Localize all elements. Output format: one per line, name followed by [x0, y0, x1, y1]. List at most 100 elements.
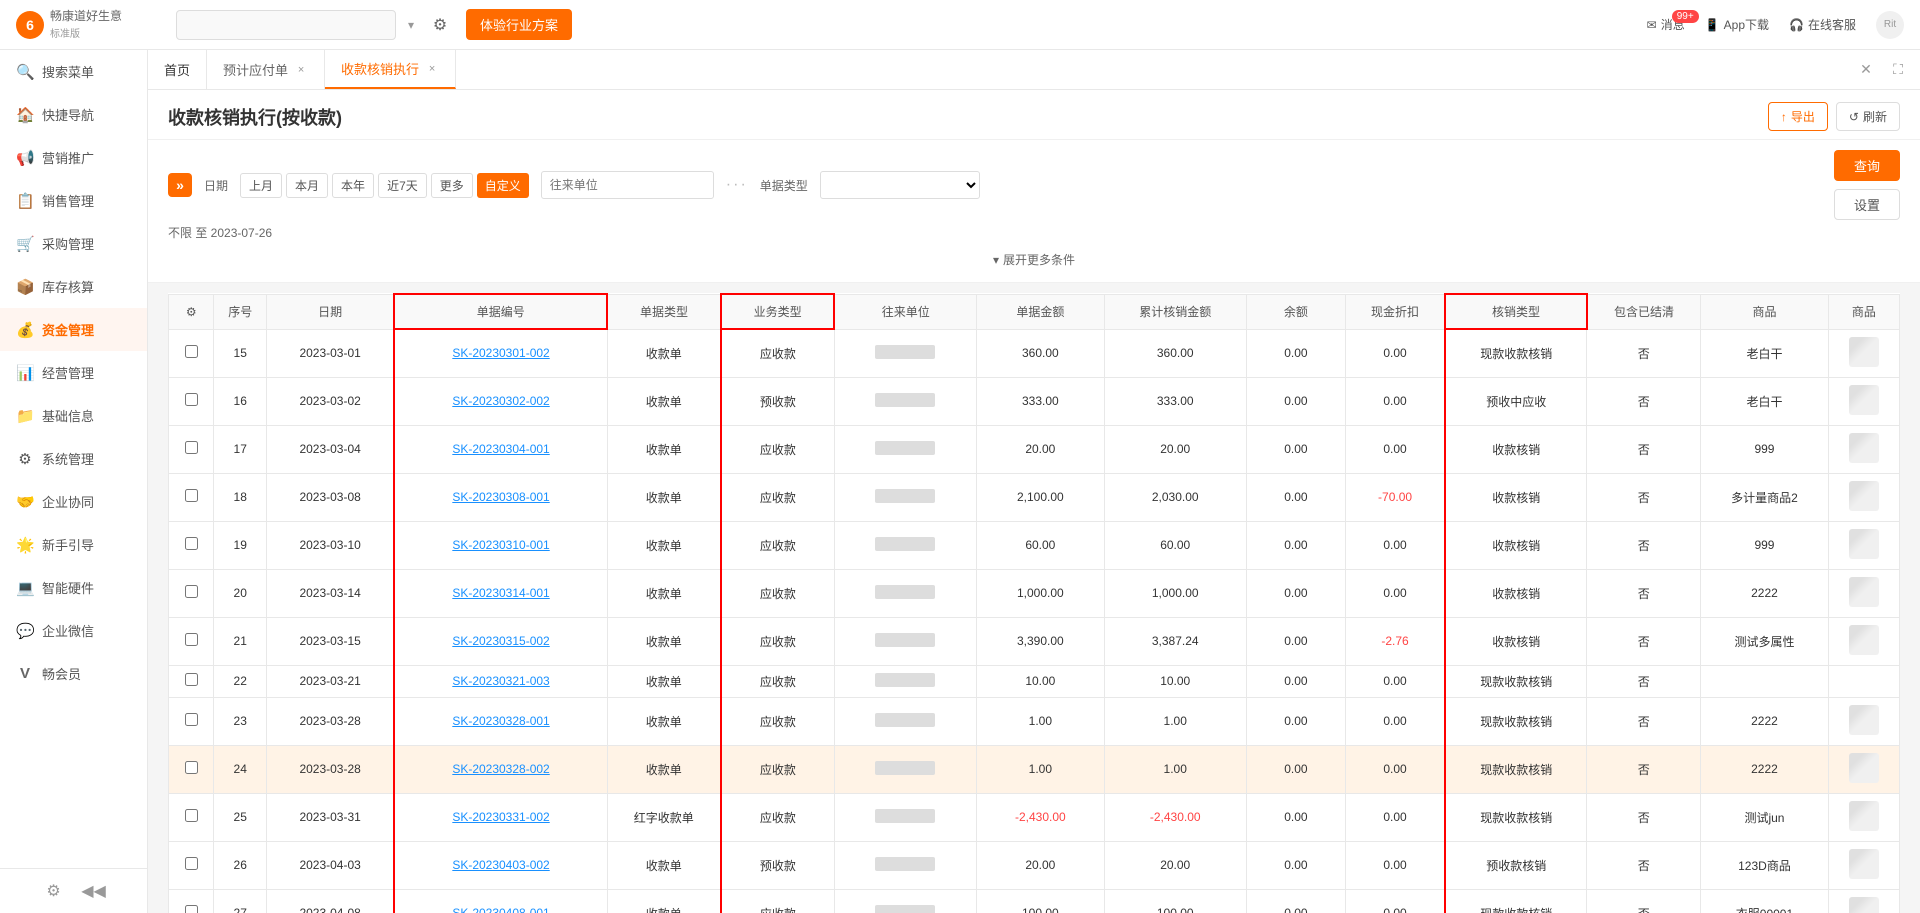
cell-receipt-no[interactable]: SK-20230315-002: [394, 617, 607, 665]
receipt-no-link[interactable]: SK-20230331-002: [452, 810, 549, 824]
date-btn-this-month[interactable]: 本月: [286, 173, 328, 198]
sidebar-item-hardware[interactable]: 💻 智能硬件: [0, 566, 147, 609]
product-thumbnail[interactable]: [1849, 705, 1879, 735]
cell-product-img[interactable]: [1828, 329, 1899, 377]
cell-product-img[interactable]: [1828, 617, 1899, 665]
tab-receivable-close[interactable]: ×: [425, 62, 439, 76]
receipt-no-link[interactable]: SK-20230321-003: [452, 674, 549, 688]
sidebar-item-search[interactable]: 🔍 搜索菜单: [0, 50, 147, 93]
cell-receipt-no[interactable]: SK-20230328-001: [394, 697, 607, 745]
sidebar-item-capital[interactable]: 💰 资金管理: [0, 308, 147, 351]
cell-product-img[interactable]: [1828, 473, 1899, 521]
cell-product-img[interactable]: [1828, 377, 1899, 425]
cell-receipt-no[interactable]: SK-20230308-001: [394, 473, 607, 521]
date-btn-7days[interactable]: 近7天: [378, 173, 427, 198]
product-thumbnail[interactable]: [1849, 801, 1879, 831]
table-row[interactable]: 172023-03-04SK-20230304-001收款单应收款20.0020…: [169, 425, 1900, 473]
receipt-no-link[interactable]: SK-20230304-001: [452, 442, 549, 456]
sidebar-item-basic[interactable]: 📁 基础信息: [0, 394, 147, 437]
query-button[interactable]: 查询: [1834, 150, 1900, 181]
online-service-button[interactable]: 🎧 在线客服: [1789, 16, 1856, 33]
col-header-receipt-no[interactable]: 单据编号: [394, 294, 607, 329]
maximize-icon[interactable]: ⛶: [1884, 56, 1912, 84]
table-row[interactable]: 262023-04-03SK-20230403-002收款单预收款20.0020…: [169, 841, 1900, 889]
sidebar-item-marketing[interactable]: 📢 营销推广: [0, 136, 147, 179]
receipt-no-link[interactable]: SK-20230310-001: [452, 538, 549, 552]
row-checkbox[interactable]: [185, 441, 198, 454]
product-thumbnail[interactable]: [1849, 433, 1879, 463]
cell-receipt-no[interactable]: SK-20230321-003: [394, 665, 607, 697]
sidebar-item-enterprise[interactable]: 🤝 企业协同: [0, 480, 147, 523]
col-header-cash-discount[interactable]: 现金折扣: [1346, 294, 1445, 329]
sidebar-item-purchase[interactable]: 🛒 采购管理: [0, 222, 147, 265]
sidebar-item-shortcut[interactable]: 🏠 快捷导航: [0, 93, 147, 136]
product-thumbnail[interactable]: [1849, 625, 1879, 655]
product-thumbnail[interactable]: [1849, 481, 1879, 511]
cell-product-img[interactable]: [1828, 793, 1899, 841]
refresh-button[interactable]: ↺ 刷新: [1836, 102, 1900, 131]
sidebar-item-operations[interactable]: 📊 经营管理: [0, 351, 147, 394]
receipt-no-link[interactable]: SK-20230302-002: [452, 394, 549, 408]
col-header-setting[interactable]: ⚙: [169, 294, 214, 329]
row-checkbox[interactable]: [185, 585, 198, 598]
row-checkbox[interactable]: [185, 489, 198, 502]
col-header-receipt-type[interactable]: 单据类型: [607, 294, 721, 329]
table-row[interactable]: 222023-03-21SK-20230321-003收款单应收款10.0010…: [169, 665, 1900, 697]
row-checkbox[interactable]: [185, 393, 198, 406]
search-chevron-icon[interactable]: ▾: [408, 18, 414, 32]
sidebar-item-member[interactable]: V 畅会员: [0, 652, 147, 695]
export-button[interactable]: ↑ 导出: [1768, 102, 1828, 131]
sidebar-item-guide[interactable]: 🌟 新手引导: [0, 523, 147, 566]
product-thumbnail[interactable]: [1849, 897, 1879, 913]
message-button[interactable]: ✉ 消息 99+: [1647, 16, 1685, 33]
cell-receipt-no[interactable]: SK-20230314-001: [394, 569, 607, 617]
product-thumbnail[interactable]: [1849, 753, 1879, 783]
col-header-biz-type[interactable]: 业务类型: [721, 294, 835, 329]
col-header-balance[interactable]: 余额: [1246, 294, 1345, 329]
date-btn-more[interactable]: 更多: [431, 173, 473, 198]
row-checkbox[interactable]: [185, 713, 198, 726]
row-checkbox[interactable]: [185, 673, 198, 686]
cell-product-img[interactable]: [1828, 889, 1899, 913]
cell-receipt-no[interactable]: SK-20230328-002: [394, 745, 607, 793]
receipt-no-link[interactable]: SK-20230403-002: [452, 858, 549, 872]
receipt-type-select[interactable]: [820, 171, 980, 199]
cell-receipt-no[interactable]: SK-20230408-001: [394, 889, 607, 913]
table-row[interactable]: 232023-03-28SK-20230328-001收款单应收款1.001.0…: [169, 697, 1900, 745]
settings-button[interactable]: 设置: [1834, 189, 1900, 220]
settings-icon[interactable]: ⚙: [426, 11, 454, 39]
tab-receivable[interactable]: 收款核销执行 ×: [325, 50, 456, 89]
product-thumbnail[interactable]: [1849, 385, 1879, 415]
cell-product-img[interactable]: [1828, 521, 1899, 569]
table-row[interactable]: 272023-04-08SK-20230408-001收款单应收款100.001…: [169, 889, 1900, 913]
cell-receipt-no[interactable]: SK-20230304-001: [394, 425, 607, 473]
receipt-no-link[interactable]: SK-20230408-001: [452, 906, 549, 913]
settings-bottom-icon[interactable]: ⚙: [40, 877, 68, 905]
cell-product-img[interactable]: [1828, 841, 1899, 889]
row-checkbox[interactable]: [185, 761, 198, 774]
sidebar-item-inventory[interactable]: 📦 库存核算: [0, 265, 147, 308]
table-row[interactable]: 162023-03-02SK-20230302-002收款单预收款333.003…: [169, 377, 1900, 425]
row-checkbox[interactable]: [185, 905, 198, 913]
cell-receipt-no[interactable]: SK-20230403-002: [394, 841, 607, 889]
tab-home[interactable]: 首页: [148, 50, 207, 89]
table-row[interactable]: 242023-03-28SK-20230328-002收款单应收款1.001.0…: [169, 745, 1900, 793]
table-row[interactable]: 212023-03-15SK-20230315-002收款单应收款3,390.0…: [169, 617, 1900, 665]
top-search-box[interactable]: [176, 10, 396, 40]
receipt-no-link[interactable]: SK-20230314-001: [452, 586, 549, 600]
col-header-product[interactable]: 商品: [1701, 294, 1829, 329]
cell-receipt-no[interactable]: SK-20230310-001: [394, 521, 607, 569]
close-tab-icon[interactable]: ✕: [1852, 56, 1880, 84]
table-row[interactable]: 152023-03-01SK-20230301-002收款单应收款360.003…: [169, 329, 1900, 377]
solution-button[interactable]: 体验行业方案: [466, 9, 572, 40]
cell-receipt-no[interactable]: SK-20230302-002: [394, 377, 607, 425]
row-checkbox[interactable]: [185, 809, 198, 822]
col-header-verify-type[interactable]: 核销类型: [1445, 294, 1587, 329]
tab-payable[interactable]: 预计应付单 ×: [207, 50, 325, 89]
row-checkbox[interactable]: [185, 857, 198, 870]
cell-product-img[interactable]: [1828, 745, 1899, 793]
receipt-no-link[interactable]: SK-20230301-002: [452, 346, 549, 360]
date-btn-this-year[interactable]: 本年: [332, 173, 374, 198]
product-thumbnail[interactable]: [1849, 529, 1879, 559]
product-thumbnail[interactable]: [1849, 577, 1879, 607]
